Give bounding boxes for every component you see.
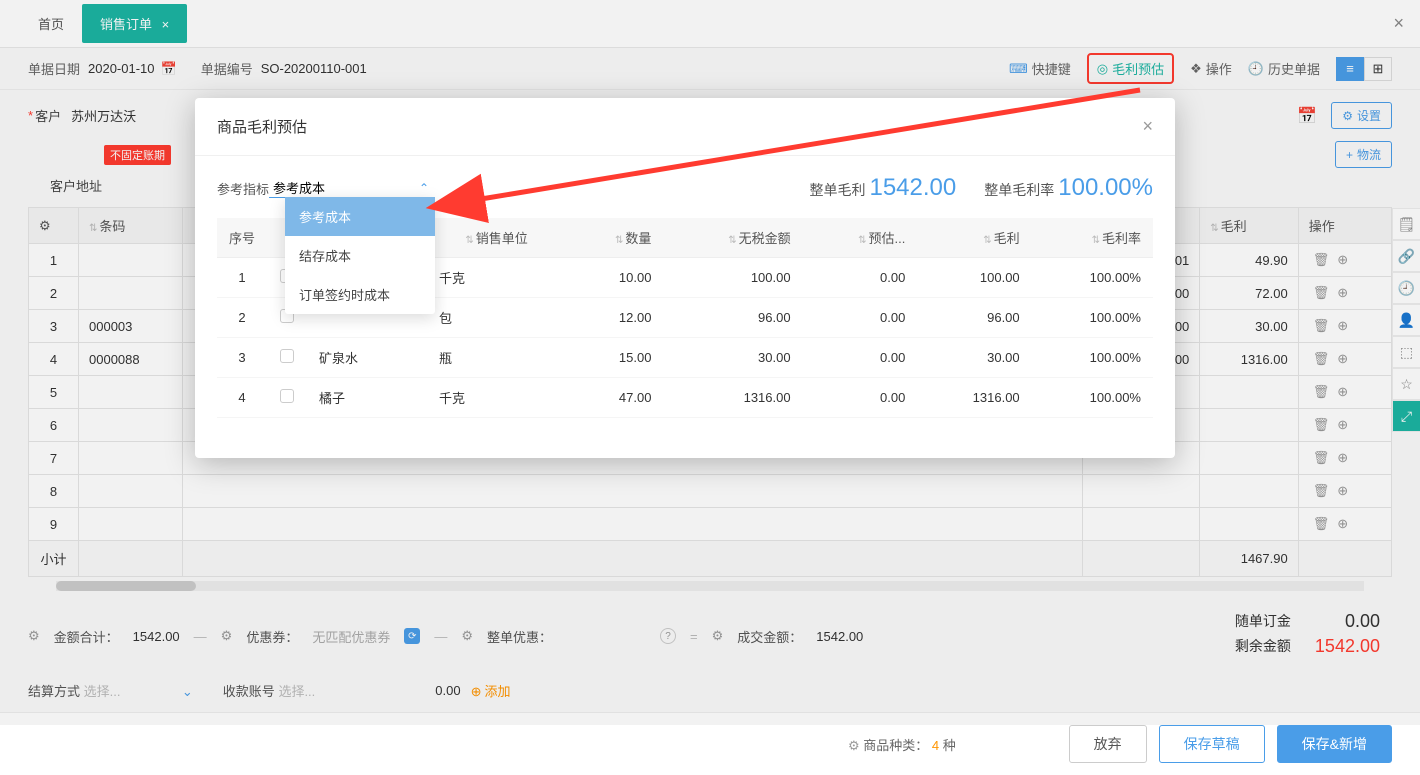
mrow-amount: 96.00 (663, 298, 802, 338)
mrow-unit: 瓶 (427, 338, 566, 378)
mrow-est: 0.00 (803, 378, 918, 418)
goods-count-value: 4 (932, 738, 939, 753)
mrow-amount: 100.00 (663, 258, 802, 298)
gear-icon[interactable]: ⚙ (848, 738, 860, 753)
mrow-profit: 100.00 (917, 258, 1031, 298)
mrow-est: 0.00 (803, 258, 918, 298)
total-rate-label: 整单毛利率 (984, 182, 1054, 198)
mcol-est[interactable]: ⇅预估... (803, 218, 918, 258)
reference-select[interactable] (269, 178, 419, 198)
goods-count-unit: 种 (943, 738, 956, 753)
mrow-rate: 100.00% (1032, 338, 1153, 378)
mrow-qty: 47.00 (566, 378, 663, 418)
mcol-unit[interactable]: ⇅销售单位 (427, 218, 566, 258)
mrow-index: 2 (217, 298, 267, 338)
mrow-unit: 千克 (427, 258, 566, 298)
mrow-check[interactable] (267, 338, 307, 378)
mrow-amount: 1316.00 (663, 378, 802, 418)
mrow-qty: 15.00 (566, 338, 663, 378)
mrow-unit: 千克 (427, 378, 566, 418)
mrow-est: 0.00 (803, 298, 918, 338)
mrow-rate: 100.00% (1032, 378, 1153, 418)
goods-count-label: 商品种类： (863, 738, 928, 753)
mrow-est: 0.00 (803, 338, 918, 378)
mrow-name: 橘子 (307, 378, 427, 418)
goods-count: ⚙ 商品种类： 4 种 (28, 735, 956, 754)
reference-label: 参考指标 (217, 179, 269, 198)
mcol-profit[interactable]: ⇅毛利 (917, 218, 1031, 258)
mcol-amount[interactable]: ⇅无税金额 (663, 218, 802, 258)
dropdown-option-1[interactable]: 结存成本 (285, 236, 435, 275)
save-and-new-button[interactable]: 保存&新增 (1277, 725, 1392, 763)
mrow-name: 矿泉水 (307, 338, 427, 378)
chevron-up-icon[interactable]: ⌃ (419, 181, 429, 195)
mcol-rate[interactable]: ⇅毛利率 (1032, 218, 1153, 258)
save-draft-button[interactable]: 保存草稿 (1159, 725, 1265, 763)
reference-dropdown: 参考成本 结存成本 订单签约时成本 (285, 197, 435, 314)
mrow-unit: 包 (427, 298, 566, 338)
total-rate-value: 100.00% (1058, 174, 1153, 201)
table-row: 4橘子千克47.001316.000.001316.00100.00% (217, 378, 1153, 418)
mrow-qty: 12.00 (566, 298, 663, 338)
table-row: 3矿泉水瓶15.0030.000.0030.00100.00% (217, 338, 1153, 378)
dropdown-option-2[interactable]: 订单签约时成本 (285, 275, 435, 314)
mrow-rate: 100.00% (1032, 258, 1153, 298)
discard-button[interactable]: 放弃 (1069, 725, 1147, 763)
mrow-profit: 30.00 (917, 338, 1031, 378)
mcol-index: 序号 (217, 218, 267, 258)
mrow-qty: 10.00 (566, 258, 663, 298)
mrow-index: 3 (217, 338, 267, 378)
mrow-index: 1 (217, 258, 267, 298)
mrow-rate: 100.00% (1032, 298, 1153, 338)
modal-close-icon[interactable]: × (1142, 116, 1153, 137)
mcol-qty[interactable]: ⇅数量 (566, 218, 663, 258)
mrow-index: 4 (217, 378, 267, 418)
mrow-check[interactable] (267, 378, 307, 418)
mrow-profit: 1316.00 (917, 378, 1031, 418)
total-profit-value: 1542.00 (869, 174, 956, 201)
total-profit-label: 整单毛利 (809, 182, 865, 198)
mrow-amount: 30.00 (663, 338, 802, 378)
mrow-profit: 96.00 (917, 298, 1031, 338)
modal-title: 商品毛利预估 (217, 116, 307, 137)
dropdown-option-0[interactable]: 参考成本 (285, 197, 435, 236)
